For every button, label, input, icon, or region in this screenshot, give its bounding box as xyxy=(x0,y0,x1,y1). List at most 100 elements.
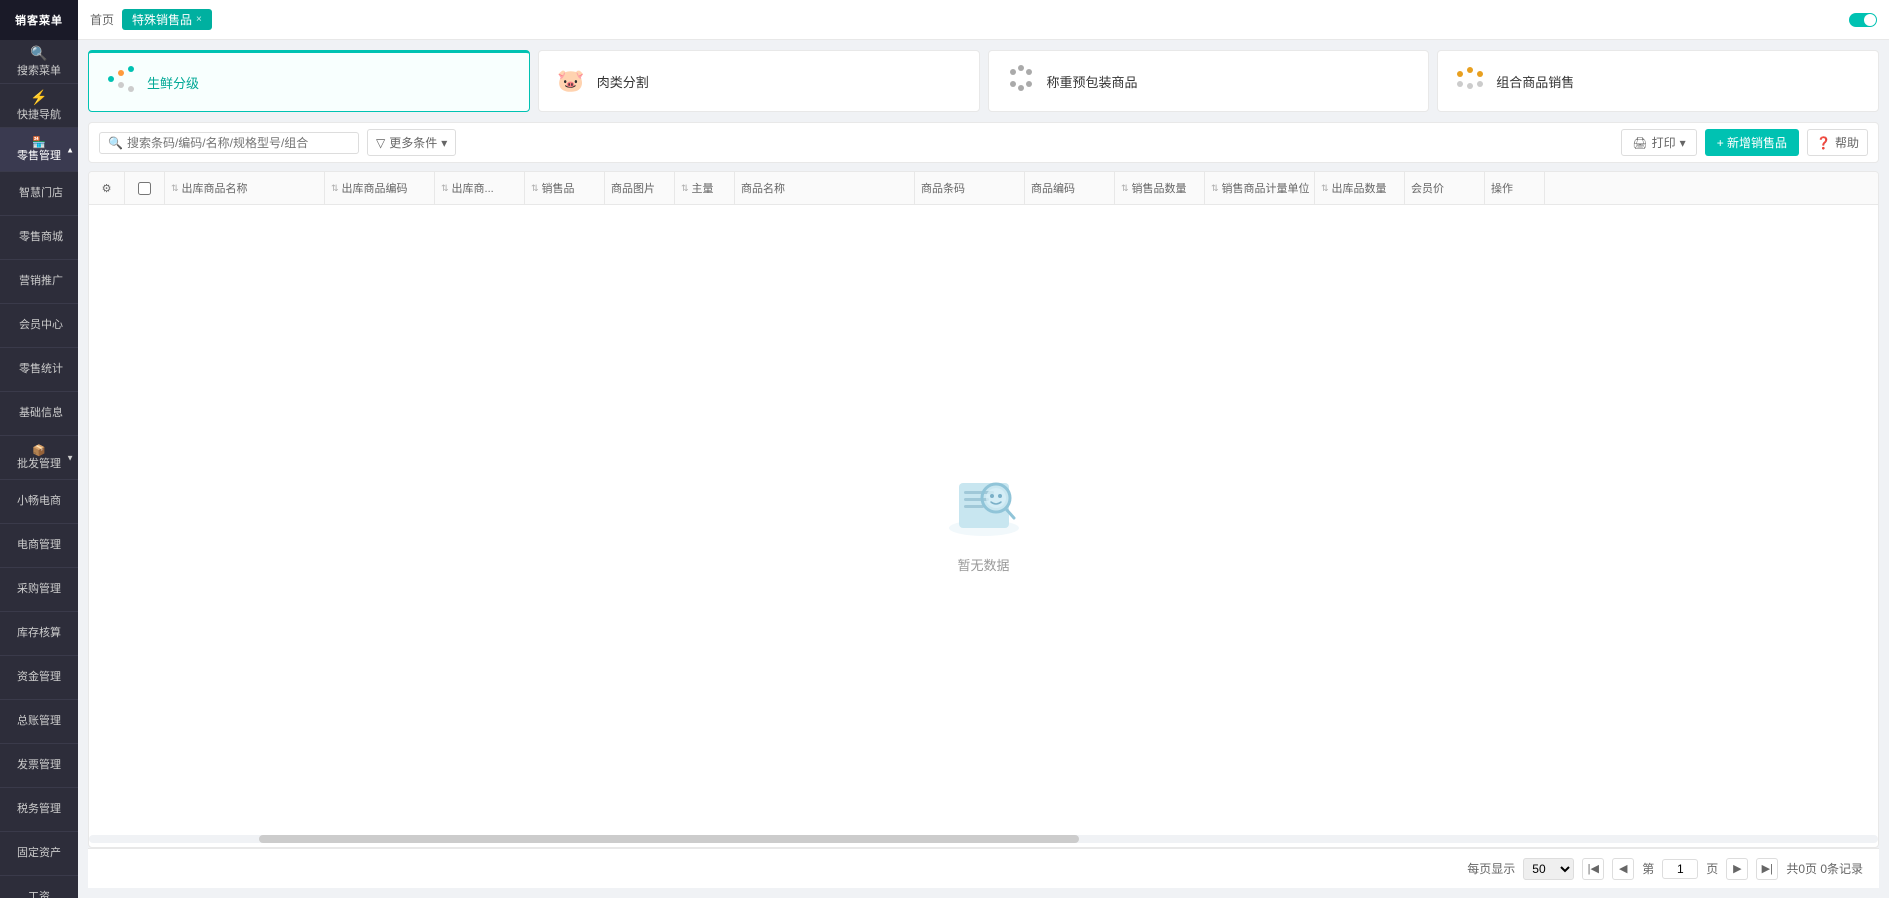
retail-mgmt-icon: 🏪 xyxy=(32,136,46,149)
th-out-qty: ⇅ 出库品数量 xyxy=(1315,172,1405,204)
page-last-button[interactable]: ▶| xyxy=(1756,858,1778,880)
search-icon: 🔍 xyxy=(108,136,123,150)
filter-icon: ▽ xyxy=(376,136,385,150)
weigh-pack-icon xyxy=(1005,64,1037,98)
tab-weigh-pack[interactable]: 称重预包装商品 xyxy=(988,50,1430,112)
search-box[interactable]: 🔍 xyxy=(99,132,359,154)
content-area: 生鲜分级 🐷 肉类分割 称重预包装商品 xyxy=(78,40,1889,898)
help-label: 帮助 xyxy=(1835,134,1859,151)
sidebar-item-basic-info[interactable]: 基础信息 xyxy=(0,392,78,436)
page-next-button[interactable]: ▶ xyxy=(1726,858,1748,880)
sidebar-item-mini-ecom[interactable]: 小畅电商 xyxy=(0,480,78,524)
tab-combo-sale[interactable]: 组合商品销售 xyxy=(1437,50,1879,112)
retail-mgmt-arrow: ▲ xyxy=(66,145,74,154)
sidebar-item-member-center[interactable]: 会员中心 xyxy=(0,304,78,348)
sort-icon-out-name[interactable]: ⇅ xyxy=(171,183,179,194)
sidebar-item-invoice-mgmt[interactable]: 发票管理 xyxy=(0,744,78,788)
sidebar-item-wages[interactable]: 工资 xyxy=(0,876,78,898)
page-number-input[interactable] xyxy=(1662,859,1698,879)
empty-text: 暂无数据 xyxy=(957,555,1009,574)
sidebar-item-retail-mgmt[interactable]: 🏪 零售管理 ▲ xyxy=(0,128,78,172)
sidebar-item-retail-stats[interactable]: 零售统计 xyxy=(0,348,78,392)
th-main-qty: ⇅ 主量 xyxy=(675,172,735,204)
th-sale-item: ⇅ 销售品 xyxy=(525,172,605,204)
settings-col-icon: ⚙ xyxy=(102,182,112,195)
th-sale-qty: ⇅ 销售品数量 xyxy=(1115,172,1205,204)
topbar: 首页 特殊销售品 × xyxy=(78,0,1889,40)
tab-fresh-grade-label: 生鲜分级 xyxy=(147,73,199,92)
topbar-active-tab-label: 特殊销售品 xyxy=(132,11,192,28)
horizontal-scrollbar-thumb[interactable] xyxy=(259,835,1079,843)
empty-illustration xyxy=(934,463,1034,543)
sort-icon-sale-unit[interactable]: ⇅ xyxy=(1211,183,1219,194)
table-header: ⚙ ⇅ 出库商品名称 ⇅ 出库商品编码 ⇅ 出库商.. xyxy=(89,172,1878,205)
sidebar-item-ecom-mgmt[interactable]: 电商管理 xyxy=(0,524,78,568)
topbar-toggle[interactable] xyxy=(1849,13,1877,27)
horizontal-scrollbar-track[interactable] xyxy=(89,835,1878,843)
th-check[interactable] xyxy=(125,172,165,204)
sidebar-item-wholesale-mgmt[interactable]: 📦 批发管理 ▼ xyxy=(0,436,78,480)
main-area: 首页 特殊销售品 × xyxy=(78,0,1889,898)
pagination-total: 共0页 0条记录 xyxy=(1786,860,1863,877)
print-button[interactable]: 🖨 打印 ▾ xyxy=(1621,129,1696,156)
tabs-row: 生鲜分级 🐷 肉类分割 称重预包装商品 xyxy=(88,50,1879,112)
filter-button[interactable]: ▽ 更多条件 ▾ xyxy=(367,129,456,156)
wholesale-mgmt-icon: 📦 xyxy=(32,444,46,457)
print-label: 打印 xyxy=(1652,134,1676,151)
toolbar-left: 🔍 ▽ 更多条件 ▾ xyxy=(99,129,456,156)
sidebar-item-quick-nav[interactable]: ⚡ 快捷导航 xyxy=(0,84,78,128)
combo-sale-icon xyxy=(1454,64,1486,98)
sort-icon-out-spec[interactable]: ⇅ xyxy=(441,183,449,194)
topbar-active-tab[interactable]: 特殊销售品 × xyxy=(122,9,212,30)
sort-icon-out-code[interactable]: ⇅ xyxy=(331,183,339,194)
table-empty-state: 暂无数据 xyxy=(89,205,1878,831)
sidebar-item-ledger-mgmt[interactable]: 总账管理 xyxy=(0,700,78,744)
pagination-bar: 每页显示 50 10 20 100 |◀ ◀ 第 页 ▶ ▶| 共0页 0条记录 xyxy=(88,848,1879,888)
sidebar-item-finance-mgmt[interactable]: 资金管理 xyxy=(0,656,78,700)
help-button[interactable]: ❓ 帮助 xyxy=(1807,129,1868,156)
sort-icon-sale-qty[interactable]: ⇅ xyxy=(1121,183,1129,194)
th-out-code: ⇅ 出库商品编码 xyxy=(325,172,435,204)
search-input[interactable] xyxy=(127,136,347,150)
tab-combo-sale-label: 组合商品销售 xyxy=(1496,72,1574,91)
tab-weigh-pack-label: 称重预包装商品 xyxy=(1047,72,1138,91)
th-settings[interactable]: ⚙ xyxy=(89,172,125,204)
th-product-name: 商品名称 xyxy=(735,172,915,204)
sort-icon-main[interactable]: ⇅ xyxy=(681,183,689,194)
toolbar: 🔍 ▽ 更多条件 ▾ 🖨 打印 ▾ + 新增销售品 xyxy=(88,122,1879,163)
meat-cut-icon: 🐷 xyxy=(555,68,587,94)
breadcrumb-home[interactable]: 首页 xyxy=(90,11,114,28)
sidebar: 销客菜单 🔍 搜索菜单 ⚡ 快捷导航 🏪 零售管理 ▲ 智慧门店 零售商城 营销… xyxy=(0,0,78,898)
sidebar-item-retail-mall[interactable]: 零售商城 xyxy=(0,216,78,260)
print-arrow-icon: ▾ xyxy=(1680,136,1686,150)
sidebar-item-purchase-mgmt[interactable]: 采购管理 xyxy=(0,568,78,612)
sort-icon-out-qty[interactable]: ⇅ xyxy=(1321,183,1329,194)
tab-meat-cut[interactable]: 🐷 肉类分割 xyxy=(538,50,980,112)
new-sale-item-button[interactable]: + 新增销售品 xyxy=(1705,129,1799,156)
per-page-label: 每页显示 xyxy=(1467,860,1515,877)
sort-icon-sale[interactable]: ⇅ xyxy=(531,183,539,194)
wholesale-mgmt-arrow: ▼ xyxy=(66,453,74,462)
page-label-prefix: 第 xyxy=(1642,860,1654,877)
sidebar-item-fixed-assets[interactable]: 固定资产 xyxy=(0,832,78,876)
sidebar-item-tax-mgmt[interactable]: 税务管理 xyxy=(0,788,78,832)
page-first-button[interactable]: |◀ xyxy=(1582,858,1604,880)
th-member-price: 会员价 xyxy=(1405,172,1485,204)
per-page-select[interactable]: 50 10 20 100 xyxy=(1523,858,1574,880)
sidebar-item-search-menu[interactable]: 🔍 搜索菜单 xyxy=(0,40,78,84)
topbar-close-icon[interactable]: × xyxy=(196,14,202,25)
th-img: 商品图片 xyxy=(605,172,675,204)
page-prev-button[interactable]: ◀ xyxy=(1612,858,1634,880)
sidebar-item-sales-promo[interactable]: 营销推广 xyxy=(0,260,78,304)
th-operation: 操作 xyxy=(1485,172,1545,204)
print-icon: 🖨 xyxy=(1632,136,1647,150)
toolbar-right: 🖨 打印 ▾ + 新增销售品 ❓ 帮助 xyxy=(1621,129,1868,156)
sidebar-item-smart-store[interactable]: 智慧门店 xyxy=(0,172,78,216)
select-all-checkbox[interactable] xyxy=(138,182,151,195)
th-prod-code: 商品编码 xyxy=(1025,172,1115,204)
table-container: ⚙ ⇅ 出库商品名称 ⇅ 出库商品编码 ⇅ 出库商.. xyxy=(88,171,1879,848)
tab-meat-cut-label: 肉类分割 xyxy=(597,72,649,91)
tab-fresh-grade[interactable]: 生鲜分级 xyxy=(88,50,530,112)
sidebar-item-inventory[interactable]: 库存核算 xyxy=(0,612,78,656)
help-icon: ❓ xyxy=(1816,136,1831,150)
